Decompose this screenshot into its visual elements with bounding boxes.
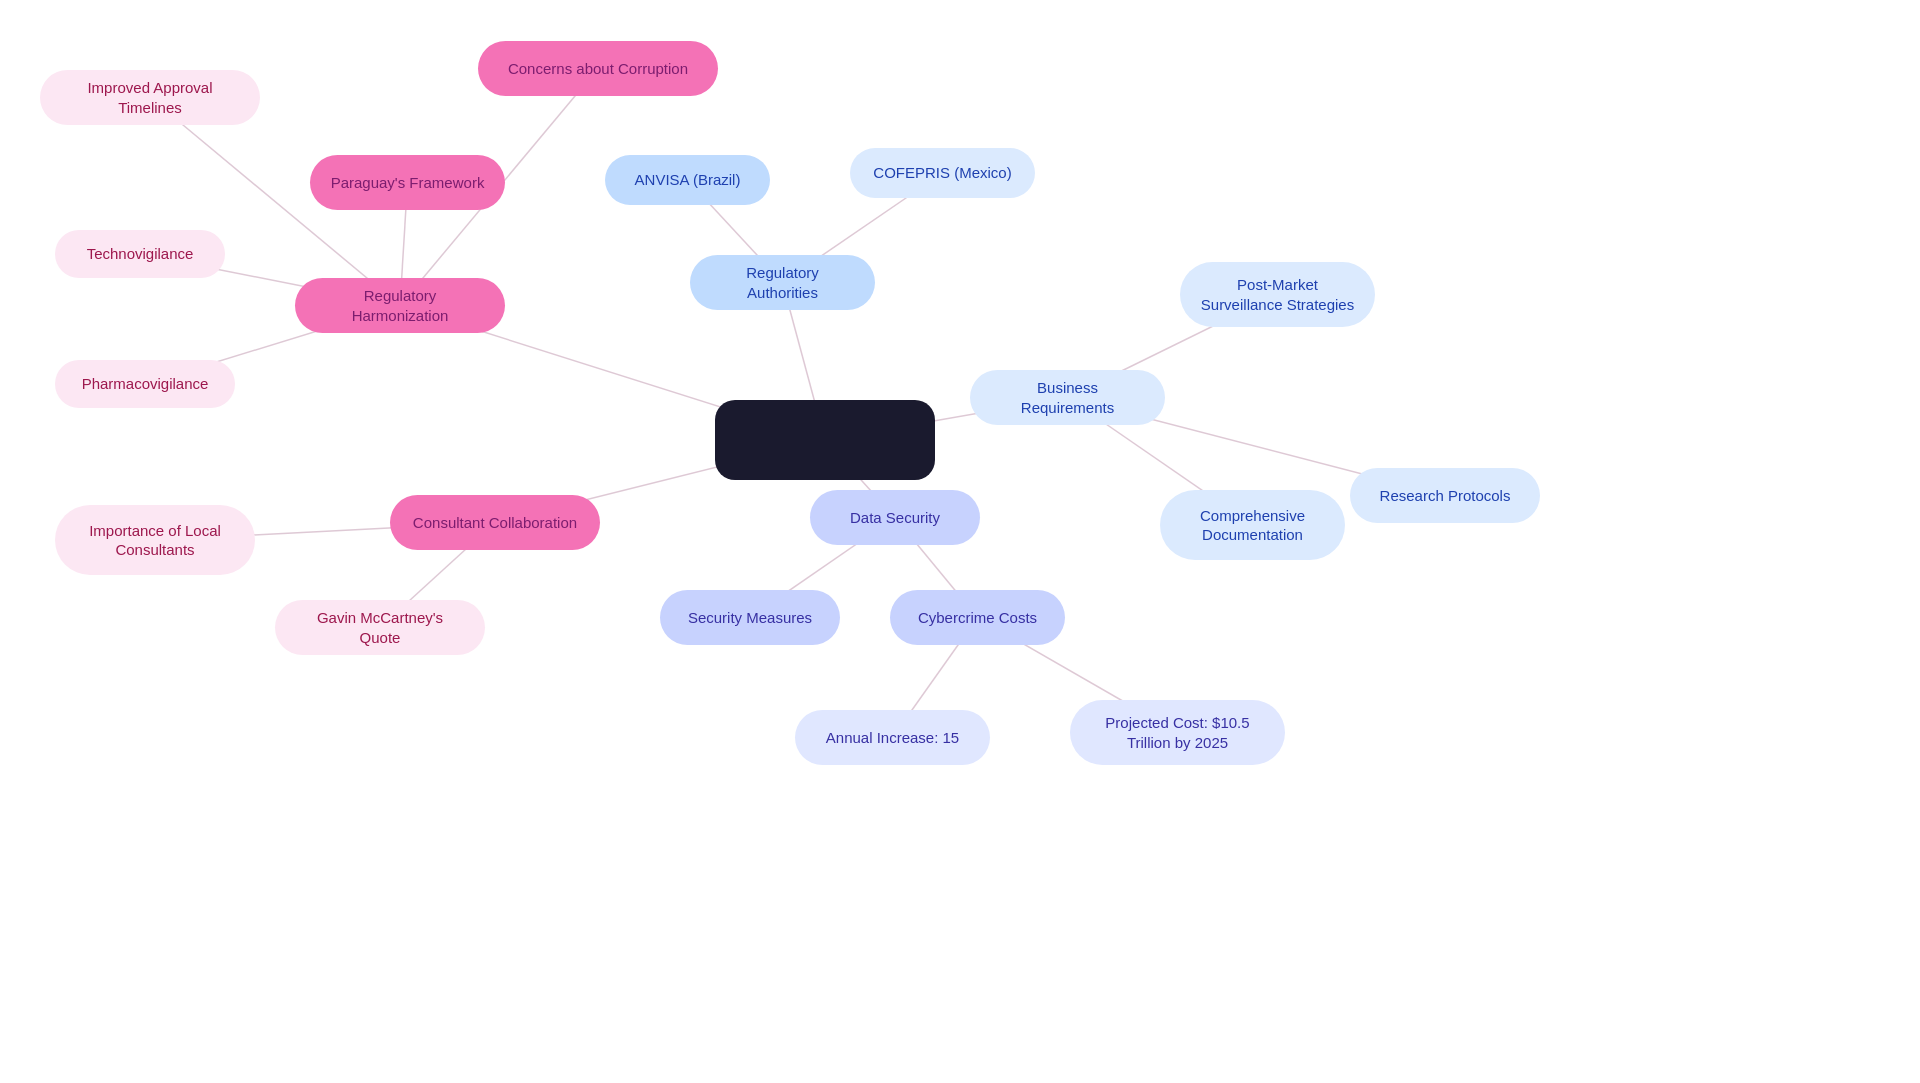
technovigilance-node: Technovigilance	[55, 230, 225, 278]
post-market-node: Post-Market Surveillance Strategies	[1180, 262, 1375, 327]
anvisa-node: ANVISA (Brazil)	[605, 155, 770, 205]
improved-approval-node: Improved Approval Timelines	[40, 70, 260, 125]
data-security-node: Data Security	[810, 490, 980, 545]
security-measures-node: Security Measures	[660, 590, 840, 645]
research-protocols-node: Research Protocols	[1350, 468, 1540, 523]
consultant-collaboration-node: Consultant Collaboration	[390, 495, 600, 550]
annual-increase-node: Annual Increase: 15	[795, 710, 990, 765]
cofepris-node: COFEPRIS (Mexico)	[850, 148, 1035, 198]
center-node	[715, 400, 935, 480]
regulatory-authorities-node: Regulatory Authorities	[690, 255, 875, 310]
importance-local-node: Importance of Local Consultants	[55, 505, 255, 575]
concerns-corruption-node: Concerns about Corruption	[478, 41, 718, 96]
paraguay-framework-node: Paraguay's Framework	[310, 155, 505, 210]
business-requirements-node: Business Requirements	[970, 370, 1165, 425]
cybercrime-costs-node: Cybercrime Costs	[890, 590, 1065, 645]
pharmacovigilance-node: Pharmacovigilance	[55, 360, 235, 408]
gavin-quote-node: Gavin McCartney's Quote	[275, 600, 485, 655]
comprehensive-docs-node: Comprehensive Documentation	[1160, 490, 1345, 560]
regulatory-harmonization-node: Regulatory Harmonization	[295, 278, 505, 333]
projected-cost-node: Projected Cost: $10.5 Trillion by 2025	[1070, 700, 1285, 765]
